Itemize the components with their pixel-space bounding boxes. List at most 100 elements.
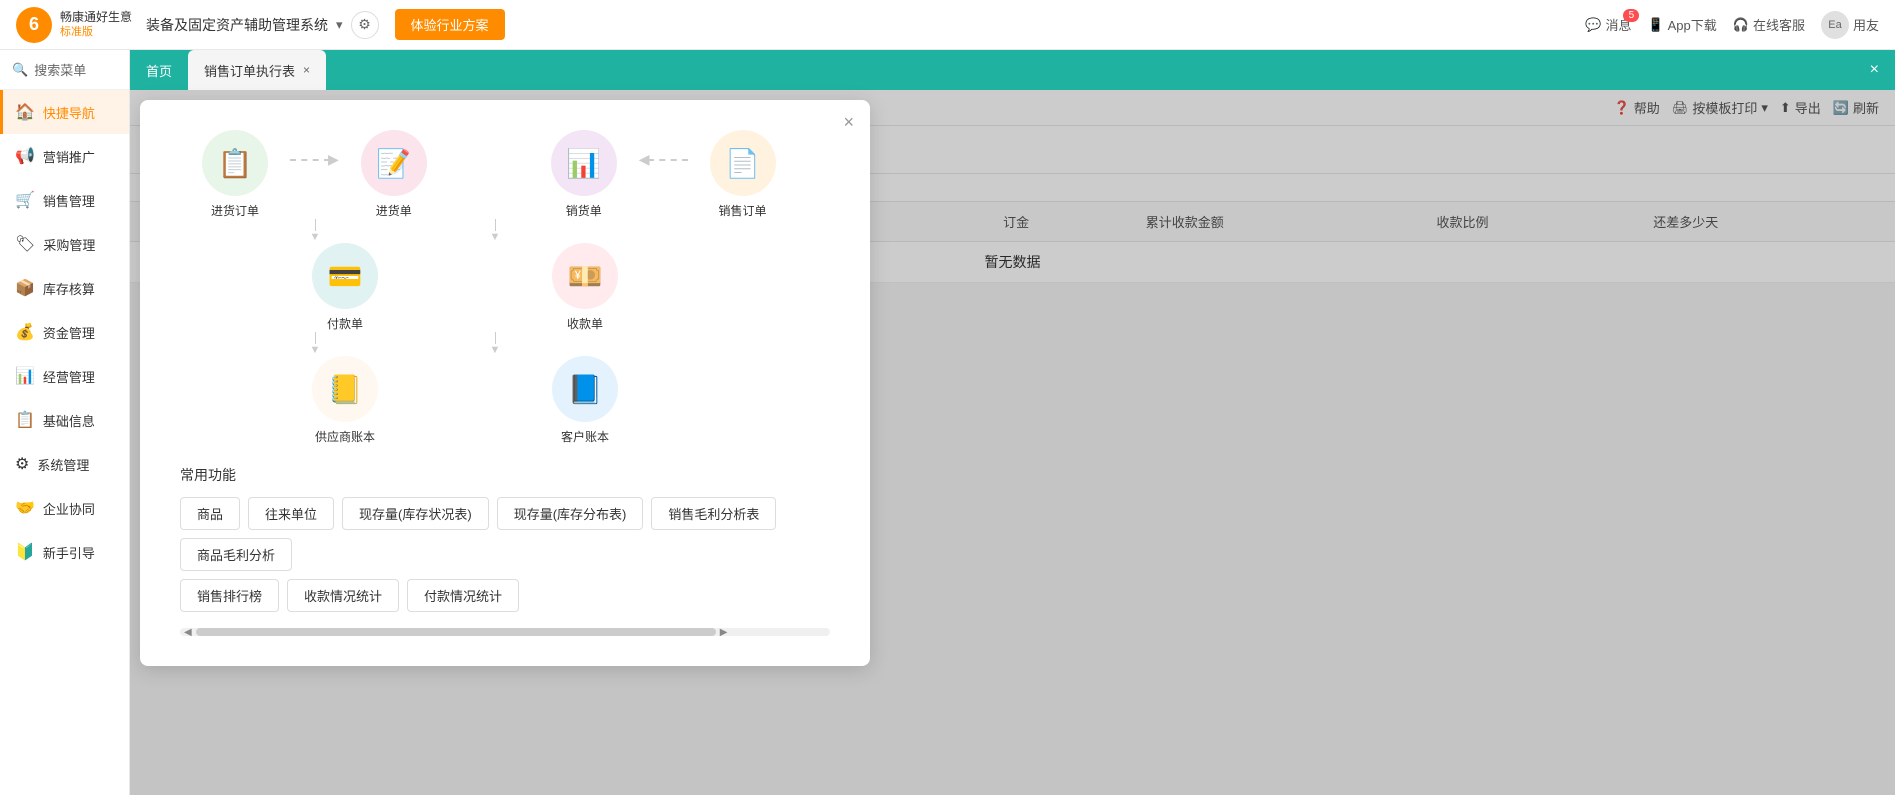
arrow-sb-down: ▼ — [470, 219, 520, 243]
sidebar-item-marketing[interactable]: 📢 营销推广 — [0, 134, 129, 178]
modal-close-button[interactable]: × — [843, 112, 854, 133]
sidebar-item-sales[interactable]: 🛒 销售管理 — [0, 178, 129, 222]
experience-button[interactable]: 体验行业方案 — [395, 9, 505, 40]
purchase-order-circle: 📋 — [202, 130, 268, 196]
basic-icon: 📋 — [15, 410, 35, 430]
quick-btn-product[interactable]: 商品 — [180, 497, 240, 530]
purchase-order-icon: 📋 — [218, 147, 253, 180]
scroll-right-arrow[interactable]: ▶ — [716, 627, 732, 638]
flow-node-purchase-bill[interactable]: 📝 进货单 — [339, 130, 449, 219]
scrollbar-thumb[interactable] — [196, 628, 716, 636]
sidebar-item-purchase[interactable]: 🏷 采购管理 — [0, 222, 129, 266]
receipt-bill-circle: 💴 — [552, 243, 618, 309]
quick-functions: 常用功能 商品 往来单位 现存量(库存状况表) 现存量(库存分布表) 销售毛利分… — [180, 465, 830, 612]
operation-icon: 📊 — [15, 366, 35, 386]
scroll-left-arrow[interactable]: ◀ — [180, 627, 196, 638]
logo-area: 6 畅康通好生意 标准版 — [16, 7, 146, 43]
logo-icon: 6 — [16, 7, 52, 43]
arrow-so-sb: ◀ — [639, 151, 688, 168]
flow-node-receipt-bill[interactable]: 💴 收款单 — [530, 243, 640, 332]
sidebar-item-system[interactable]: ⚙ 系统管理 — [0, 442, 129, 486]
quick-functions-title: 常用功能 — [180, 465, 830, 485]
modal-scrollbar[interactable]: ◀ ▶ — [180, 628, 830, 636]
tab-close-icon[interactable]: × — [303, 63, 310, 77]
headset-icon: 🎧 — [1733, 17, 1749, 33]
logo-text: 畅康通好生意 标准版 — [60, 10, 132, 40]
sales-bill-icon: 📊 — [566, 147, 601, 180]
system-icon: ⚙ — [15, 454, 29, 474]
sidebar-item-quick[interactable]: 🏠 快捷导航 — [0, 90, 129, 134]
supplier-ledger-circle: 📒 — [312, 356, 378, 422]
arrow-pb-down: ▼ — [290, 219, 340, 243]
content-page: ❓ 帮助 🖨 按模板打印 ▾ ⬆ 导出 🔄 刷新 yyyy-mm-dd 📅 — [130, 90, 1895, 795]
quick-btn-sales-rank[interactable]: 销售排行榜 — [180, 579, 279, 612]
purchase-bill-icon: 📝 — [376, 147, 411, 180]
modal-box: × 📋 进货订单 — [140, 100, 870, 666]
purchase-icon: 🏷 — [15, 234, 35, 254]
main-content: 首页 销售订单执行表 × × ❓ 帮助 🖨 按模板打印 ▾ ⬆ 导出 — [130, 50, 1895, 795]
sidebar-item-operation[interactable]: 📊 经营管理 — [0, 354, 129, 398]
tab-close-all[interactable]: × — [1854, 61, 1895, 79]
quick-btn-receipt-stats[interactable]: 收款情况统计 — [287, 579, 399, 612]
system-title-area: 装备及固定资产辅助管理系统 ▾ ⚙ 体验行业方案 — [146, 9, 1585, 40]
user-area[interactable]: Ea 用友 — [1821, 11, 1879, 39]
customer-ledger-circle: 📘 — [552, 356, 618, 422]
payment-bill-circle: 💳 — [312, 243, 378, 309]
sidebar: 🔍 搜索菜单 🏠 快捷导航 📢 营销推广 🛒 销售管理 🏷 采购管理 📦 库存核… — [0, 50, 130, 795]
collab-icon: 🤝 — [15, 498, 35, 518]
payment-bill-icon: 💳 — [328, 260, 363, 293]
flow-node-purchase-order[interactable]: 📋 进货订单 — [180, 130, 290, 219]
quick-btn-stock-dist[interactable]: 现存量(库存分布表) — [497, 497, 644, 530]
quick-btn-contacts[interactable]: 往来单位 — [248, 497, 334, 530]
flow-node-supplier-ledger[interactable]: 📒 供应商账本 — [290, 356, 400, 445]
quick-btn-sales-profit[interactable]: 销售毛利分析表 — [651, 497, 776, 530]
customer-ledger-icon: 📘 — [568, 373, 603, 406]
sidebar-item-guide[interactable]: 🔰 新手引导 — [0, 530, 129, 574]
sidebar-item-inventory[interactable]: 📦 库存核算 — [0, 266, 129, 310]
modal-overlay: × 📋 进货订单 — [130, 90, 1895, 795]
home-icon: 🏠 — [15, 102, 35, 122]
message-icon: 💬 — [1585, 17, 1601, 33]
inventory-icon: 📦 — [15, 278, 35, 298]
quick-btns-row1: 商品 往来单位 现存量(库存状况表) 现存量(库存分布表) 销售毛利分析表 商品… — [180, 497, 830, 571]
marketing-icon: 📢 — [15, 146, 35, 166]
system-title: 装备及固定资产辅助管理系统 — [146, 15, 328, 35]
flow-node-sales-bill[interactable]: 📊 销货单 — [529, 130, 639, 219]
message-badge: 5 — [1623, 9, 1639, 22]
sales-icon: 🛒 — [15, 190, 35, 210]
guide-icon: 🔰 — [15, 542, 35, 562]
header-right: 💬 消息 5 📱 App下载 🎧 在线客服 Ea 用友 — [1585, 11, 1879, 39]
flow-node-customer-ledger[interactable]: 📘 客户账本 — [530, 356, 640, 445]
sales-bill-circle: 📊 — [551, 130, 617, 196]
flow-node-sales-order[interactable]: 📄 销售订单 — [688, 130, 798, 219]
online-service-button[interactable]: 🎧 在线客服 — [1733, 15, 1805, 34]
sidebar-item-collab[interactable]: 🤝 企业协同 — [0, 486, 129, 530]
search-icon: 🔍 — [12, 62, 28, 78]
sales-order-circle: 📄 — [710, 130, 776, 196]
quick-btn-product-profit[interactable]: 商品毛利分析 — [180, 538, 292, 571]
message-button[interactable]: 💬 消息 5 — [1585, 15, 1631, 34]
quick-btn-payment-stats[interactable]: 付款情况统计 — [407, 579, 519, 612]
tab-bar: 首页 销售订单执行表 × × — [130, 50, 1895, 90]
supplier-ledger-icon: 📒 — [328, 373, 363, 406]
sales-order-icon: 📄 — [725, 147, 760, 180]
tab-sales-exec[interactable]: 销售订单执行表 × — [188, 50, 326, 90]
arrow-po-pb: ▶ — [290, 151, 339, 168]
top-header: 6 畅康通好生意 标准版 装备及固定资产辅助管理系统 ▾ ⚙ 体验行业方案 💬 … — [0, 0, 1895, 50]
arrow-pay-down: ▼ — [290, 332, 340, 356]
flow-node-payment-bill[interactable]: 💳 付款单 — [290, 243, 400, 332]
dropdown-icon[interactable]: ▾ — [336, 17, 343, 33]
finance-icon: 💰 — [15, 322, 35, 342]
sidebar-item-basic[interactable]: 📋 基础信息 — [0, 398, 129, 442]
user-avatar: Ea — [1821, 11, 1849, 39]
quick-btn-stock-status[interactable]: 现存量(库存状况表) — [342, 497, 489, 530]
receipt-bill-icon: 💴 — [568, 260, 603, 293]
app-download-button[interactable]: 📱 App下载 — [1647, 15, 1716, 34]
purchase-bill-circle: 📝 — [361, 130, 427, 196]
arrow-rec-down: ▼ — [470, 332, 520, 356]
tab-home[interactable]: 首页 — [130, 50, 188, 90]
phone-icon: 📱 — [1647, 17, 1663, 33]
sidebar-item-finance[interactable]: 💰 资金管理 — [0, 310, 129, 354]
settings-icon[interactable]: ⚙ — [351, 11, 379, 39]
search-menu[interactable]: 🔍 搜索菜单 — [0, 50, 129, 90]
